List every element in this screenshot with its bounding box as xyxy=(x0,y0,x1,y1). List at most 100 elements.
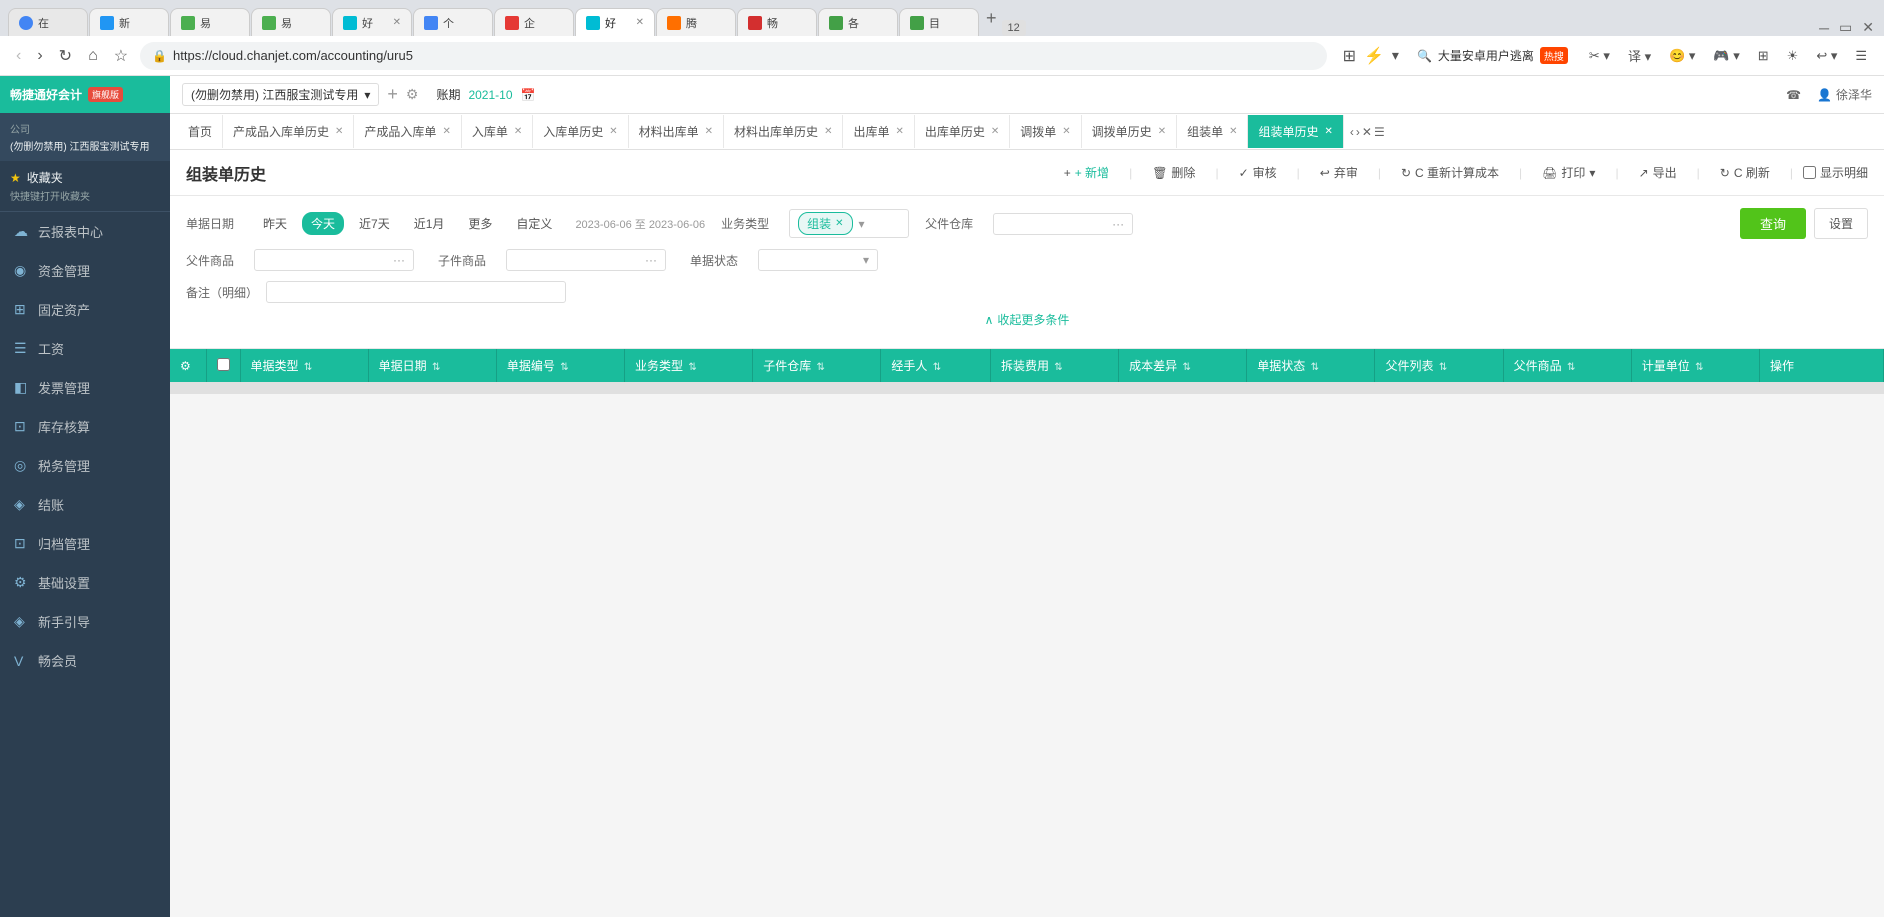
th-checkbox[interactable] xyxy=(206,349,240,382)
page-tab-tiaobodan-lishi[interactable]: 调拨单历史 ✕ xyxy=(1082,115,1177,148)
sidebar-item-jiezhang[interactable]: ◈ 结账 xyxy=(0,485,170,524)
tab-close[interactable]: ✕ xyxy=(442,126,450,137)
page-tab-chanpin[interactable]: 产成品入库单 ✕ xyxy=(354,115,461,148)
sort-icon[interactable]: ⇅ xyxy=(1567,362,1575,373)
customer-service-btn[interactable]: ☎ xyxy=(1786,88,1805,102)
tag-close[interactable]: ✕ xyxy=(835,218,843,229)
today-btn[interactable]: 今天 xyxy=(302,212,344,235)
refresh-btn[interactable]: ↻ C 刷新 xyxy=(1710,160,1780,185)
sort-icon[interactable]: ⇅ xyxy=(560,362,568,373)
browser-tab-9[interactable]: 腾 xyxy=(656,8,736,36)
yesterday-btn[interactable]: 昨天 xyxy=(254,212,296,235)
add-company-btn[interactable]: + xyxy=(387,84,398,105)
select-all-checkbox[interactable] xyxy=(217,358,230,371)
sidebar-favorites[interactable]: ★ 收藏夹 快捷键打开收藏夹 xyxy=(0,161,170,212)
page-tab-rukudan-lishi[interactable]: 入库单历史 ✕ xyxy=(533,115,628,148)
new-btn[interactable]: + + 新增 xyxy=(1054,160,1119,185)
tab-close-5[interactable]: ✕ xyxy=(393,17,401,28)
sort-icon[interactable]: ⇅ xyxy=(817,362,825,373)
tab-more[interactable]: ☰ xyxy=(1374,125,1385,139)
flash-icon[interactable]: ⚡ xyxy=(1364,46,1384,66)
print-btn[interactable]: 🖨 打印 ▾ xyxy=(1532,160,1605,185)
menu-btn[interactable]: ☰ xyxy=(1850,46,1872,66)
tab-close[interactable]: ✕ xyxy=(609,126,617,137)
sun-btn[interactable]: ☀ xyxy=(1782,46,1804,66)
biz-type-input[interactable]: 组装 ✕ ▾ xyxy=(789,209,909,238)
page-tab-chukudan-lishi[interactable]: 出库单历史 ✕ xyxy=(915,115,1010,148)
abandon-btn[interactable]: ↩ 弃审 xyxy=(1310,160,1368,185)
browser-tab-8[interactable]: 好 ✕ xyxy=(575,8,655,36)
sidebar-item-fapiao[interactable]: ◧ 发票管理 xyxy=(0,368,170,407)
tab-close[interactable]: ✕ xyxy=(991,126,999,137)
sort-icon[interactable]: ⇅ xyxy=(1439,362,1447,373)
browser-tab-7[interactable]: 企 xyxy=(494,8,574,36)
page-tab-cailiao-lishi[interactable]: 材料出库单历史 ✕ xyxy=(724,115,843,148)
page-tab-zuzhuang-lishi[interactable]: 组装单历史 ✕ xyxy=(1248,115,1343,148)
month-btn[interactable]: 近1月 xyxy=(405,212,454,235)
week-btn[interactable]: 近7天 xyxy=(350,212,399,235)
page-tab-zuzhuangdan[interactable]: 组装单 ✕ xyxy=(1177,115,1248,148)
tab-close[interactable]: ✕ xyxy=(1062,126,1070,137)
delete-btn[interactable]: 🗑 删除 xyxy=(1142,160,1205,185)
column-settings-icon[interactable]: ⚙ xyxy=(180,359,191,373)
browser-tab-12[interactable]: 目 xyxy=(899,8,979,36)
page-tab-home[interactable]: 首页 xyxy=(178,115,223,148)
browser-tab-5[interactable]: 好 ✕ xyxy=(332,8,412,36)
sidebar-item-shuiwu[interactable]: ◎ 税务管理 xyxy=(0,446,170,485)
more-icon[interactable]: ··· xyxy=(393,253,405,267)
tab-close-all[interactable]: ✕ xyxy=(1362,125,1372,139)
export-btn[interactable]: ↗ 导出 xyxy=(1629,160,1687,185)
calendar-icon[interactable]: 📅 xyxy=(521,88,536,102)
tab-scroll-right[interactable]: › xyxy=(1356,125,1360,139)
browser-tab-3[interactable]: 易 xyxy=(170,8,250,36)
sidebar-item-kucun[interactable]: ⊡ 库存核算 xyxy=(0,407,170,446)
th-settings[interactable]: ⚙ xyxy=(170,349,206,382)
sidebar-item-zijin[interactable]: ◉ 资金管理 xyxy=(0,251,170,290)
dropdown-icon[interactable]: ▾ xyxy=(1392,47,1399,64)
forward-button[interactable]: › xyxy=(33,45,46,67)
sub-goods-input[interactable]: ··· xyxy=(506,249,666,271)
minimize-button[interactable]: ─ xyxy=(1819,20,1829,36)
settings-gear-icon[interactable]: ⚙ xyxy=(406,86,419,103)
query-button[interactable]: 查询 xyxy=(1740,208,1806,239)
browser-tab-10[interactable]: 畅 xyxy=(737,8,817,36)
recalc-btn[interactable]: ↻ C 重新计算成本 xyxy=(1391,160,1509,185)
tab-close[interactable]: ✕ xyxy=(1325,126,1333,137)
scrollbar[interactable] xyxy=(170,382,1884,394)
tab-close[interactable]: ✕ xyxy=(705,126,713,137)
note-input[interactable] xyxy=(266,281,566,303)
sort-icon[interactable]: ⇅ xyxy=(1182,362,1190,373)
show-detail-input[interactable] xyxy=(1803,166,1816,179)
browser-tab-1[interactable]: 在 xyxy=(8,8,88,36)
page-tab-chukudan[interactable]: 出库单 ✕ xyxy=(843,115,914,148)
new-tab-button[interactable]: + xyxy=(986,8,997,29)
sort-icon[interactable]: ⇅ xyxy=(304,362,312,373)
layout-btn[interactable]: ⊞ xyxy=(1753,46,1774,66)
parent-goods-input[interactable]: ··· xyxy=(254,249,414,271)
sidebar-item-yunbaobiao[interactable]: ☁ 云报表中心 xyxy=(0,212,170,251)
sort-icon[interactable]: ⇅ xyxy=(1054,362,1062,373)
audit-btn[interactable]: ✓ 审核 xyxy=(1229,160,1287,185)
browser-tab-4[interactable]: 易 xyxy=(251,8,331,36)
show-detail-checkbox[interactable]: 显示明细 xyxy=(1803,164,1868,181)
sort-icon[interactable]: ⇅ xyxy=(933,362,941,373)
sidebar-item-xinshou[interactable]: ◈ 新手引导 xyxy=(0,602,170,641)
sidebar-item-jichushezhi[interactable]: ⚙ 基础设置 xyxy=(0,563,170,602)
home-button[interactable]: ⌂ xyxy=(84,45,102,67)
sort-icon[interactable]: ⇅ xyxy=(1311,362,1319,373)
sidebar-item-gongzi[interactable]: ☰ 工资 xyxy=(0,329,170,368)
more-icon[interactable]: ··· xyxy=(645,253,657,267)
tab-close-8[interactable]: ✕ xyxy=(636,17,644,28)
tab-close[interactable]: ✕ xyxy=(335,126,343,137)
more-date-btn[interactable]: 更多 xyxy=(459,212,501,235)
tab-close[interactable]: ✕ xyxy=(514,126,522,137)
parent-warehouse-input[interactable]: ··· xyxy=(993,213,1133,235)
slip-status-select[interactable]: ▾ xyxy=(758,249,878,271)
close-button[interactable]: ✕ xyxy=(1862,19,1874,36)
sidebar-item-guidan[interactable]: ⊡ 归档管理 xyxy=(0,524,170,563)
scissors-btn[interactable]: ✂ ▾ xyxy=(1584,46,1615,66)
undo-btn[interactable]: ↩ ▾ xyxy=(1811,46,1842,66)
sort-icon[interactable]: ⇅ xyxy=(432,362,440,373)
sidebar-item-gudingzichan[interactable]: ⊞ 固定资产 xyxy=(0,290,170,329)
browser-tab-2[interactable]: 新 xyxy=(89,8,169,36)
